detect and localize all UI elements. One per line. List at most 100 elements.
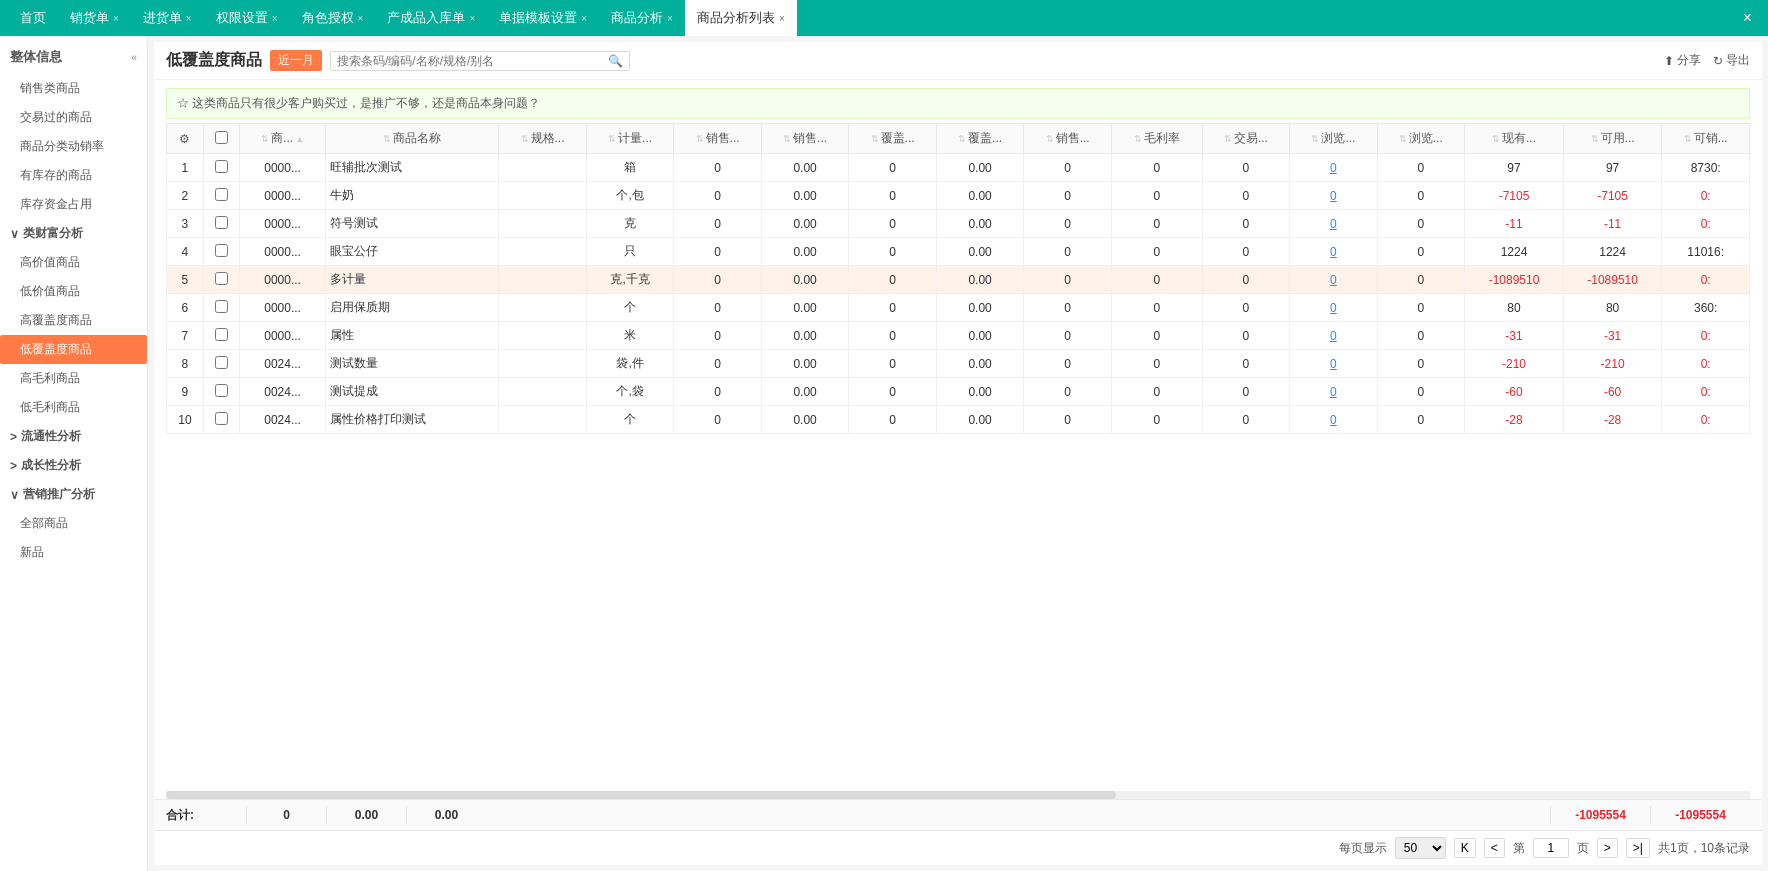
col-unit[interactable]: ⇅计量...: [586, 124, 674, 154]
col-current[interactable]: ⇅现有...: [1465, 124, 1564, 154]
row-checkbox[interactable]: [215, 328, 228, 341]
row-checkbox[interactable]: [215, 300, 228, 313]
browse-link[interactable]: 0: [1330, 329, 1337, 343]
sidebar-header[interactable]: 整体信息 «: [0, 40, 147, 74]
col-gross-rate[interactable]: ⇅毛利率: [1111, 124, 1202, 154]
sidebar-item-inventory-capital[interactable]: 库存资金占用: [0, 190, 147, 219]
browse-link[interactable]: 0: [1330, 217, 1337, 231]
col-cover2[interactable]: ⇅覆盖...: [936, 124, 1024, 154]
scrollbar-thumb[interactable]: [166, 791, 1116, 799]
nav-home[interactable]: 首页: [8, 0, 58, 36]
sidebar-item-traded-goods[interactable]: 交易过的商品: [0, 103, 147, 132]
nav-product-analysis-close[interactable]: ×: [667, 13, 673, 24]
search-input[interactable]: [337, 54, 604, 68]
cell-browse1[interactable]: 0: [1290, 322, 1378, 350]
sidebar-item-low-coverage[interactable]: 低覆盖度商品: [0, 335, 147, 364]
row-checkbox[interactable]: [215, 188, 228, 201]
per-page-select[interactable]: 50 10 20 100: [1395, 837, 1446, 859]
col-available[interactable]: ⇅可用...: [1563, 124, 1662, 154]
sidebar-collapse-btn[interactable]: «: [131, 51, 137, 63]
nav-template[interactable]: 单据模板设置 ×: [487, 0, 599, 36]
browse-link[interactable]: 0: [1330, 301, 1337, 315]
last-page-button[interactable]: >|: [1626, 838, 1650, 858]
col-sales3[interactable]: ⇅销售...: [1024, 124, 1112, 154]
cell-checkbox: [203, 238, 239, 266]
nav-purchase-close[interactable]: ×: [186, 13, 192, 24]
sidebar-item-high-coverage[interactable]: 高覆盖度商品: [0, 306, 147, 335]
horizontal-scrollbar[interactable]: [166, 791, 1750, 799]
first-page-button[interactable]: K: [1454, 838, 1476, 858]
sidebar-item-high-gross[interactable]: 高毛利商品: [0, 364, 147, 393]
cell-browse1[interactable]: 0: [1290, 406, 1378, 434]
col-code[interactable]: ⇅商...▲: [240, 124, 326, 154]
page-number-input[interactable]: [1533, 838, 1569, 858]
nav-role-close[interactable]: ×: [358, 13, 364, 24]
col-cover1[interactable]: ⇅覆盖...: [849, 124, 937, 154]
nav-product-analysis[interactable]: 商品分析 ×: [599, 0, 685, 36]
browse-link[interactable]: 0: [1330, 357, 1337, 371]
sidebar-item-high-value[interactable]: 高价值商品: [0, 248, 147, 277]
col-settings[interactable]: ⚙: [167, 124, 204, 154]
next-page-button[interactable]: >: [1597, 838, 1618, 858]
nav-template-close[interactable]: ×: [581, 13, 587, 24]
col-sales-amt[interactable]: ⇅销售...: [761, 124, 849, 154]
row-checkbox[interactable]: [215, 160, 228, 173]
global-close-button[interactable]: ×: [1735, 9, 1760, 27]
cell-browse1[interactable]: 0: [1290, 210, 1378, 238]
cell-browse1[interactable]: 0: [1290, 154, 1378, 182]
nav-permission-close[interactable]: ×: [272, 13, 278, 24]
sidebar-item-category-rate[interactable]: 商品分类动销率: [0, 132, 147, 161]
prev-page-button[interactable]: <: [1484, 838, 1505, 858]
sidebar-section-growth[interactable]: > 成长性分析: [0, 451, 147, 480]
row-checkbox[interactable]: [215, 412, 228, 425]
browse-link[interactable]: 0: [1330, 189, 1337, 203]
sidebar-item-inventory-goods[interactable]: 有库存的商品: [0, 161, 147, 190]
col-browse2[interactable]: ⇅浏览...: [1377, 124, 1465, 154]
sidebar-item-new-goods[interactable]: 新品: [0, 538, 147, 567]
sidebar-section-wealth[interactable]: ∨ 类财富分析: [0, 219, 147, 248]
col-spec[interactable]: ⇅规格...: [499, 124, 587, 154]
nav-sales[interactable]: 销货单 ×: [58, 0, 131, 36]
sidebar-item-all-goods[interactable]: 全部商品: [0, 509, 147, 538]
browse-link[interactable]: 0: [1330, 273, 1337, 287]
period-button[interactable]: 近一月: [270, 50, 322, 71]
browse-link[interactable]: 0: [1330, 385, 1337, 399]
browse-link[interactable]: 0: [1330, 161, 1337, 175]
nav-product-analysis-list-close[interactable]: ×: [779, 13, 785, 24]
row-checkbox[interactable]: [215, 272, 228, 285]
row-checkbox[interactable]: [215, 356, 228, 369]
sidebar-item-low-value[interactable]: 低价值商品: [0, 277, 147, 306]
row-checkbox[interactable]: [215, 244, 228, 257]
cell-browse1[interactable]: 0: [1290, 378, 1378, 406]
select-all-checkbox[interactable]: [215, 131, 228, 144]
cell-browse1[interactable]: 0: [1290, 182, 1378, 210]
row-checkbox[interactable]: [215, 216, 228, 229]
cell-browse1[interactable]: 0: [1290, 238, 1378, 266]
browse-link[interactable]: 0: [1330, 245, 1337, 259]
sidebar-item-sales-goods[interactable]: 销售类商品: [0, 74, 147, 103]
col-sellable[interactable]: ⇅可销...: [1662, 124, 1750, 154]
nav-product-analysis-list[interactable]: 商品分析列表 ×: [685, 0, 797, 36]
cell-browse1[interactable]: 0: [1290, 350, 1378, 378]
share-button[interactable]: ⬆ 分享: [1664, 52, 1701, 69]
sidebar-section-marketing[interactable]: ∨ 营销推广分析: [0, 480, 147, 509]
export-button[interactable]: ↻ 导出: [1713, 52, 1750, 69]
col-sales-qty[interactable]: ⇅销售...: [674, 124, 762, 154]
col-browse1[interactable]: ⇅浏览...: [1290, 124, 1378, 154]
col-trade[interactable]: ⇅交易...: [1202, 124, 1290, 154]
sidebar-section-liquidity[interactable]: > 流通性分析: [0, 422, 147, 451]
sidebar-item-low-gross[interactable]: 低毛利商品: [0, 393, 147, 422]
cell-browse1[interactable]: 0: [1290, 294, 1378, 322]
nav-sales-close[interactable]: ×: [113, 13, 119, 24]
browse-link[interactable]: 0: [1330, 413, 1337, 427]
cell-browse1[interactable]: 0: [1290, 266, 1378, 294]
nav-product-warehouse[interactable]: 产成品入库单 ×: [375, 0, 487, 36]
nav-product-warehouse-close[interactable]: ×: [469, 13, 475, 24]
nav-sales-label: 销货单: [70, 9, 109, 27]
nav-purchase[interactable]: 进货单 ×: [131, 0, 204, 36]
nav-role[interactable]: 角色授权 ×: [290, 0, 376, 36]
cell-spec: [499, 238, 587, 266]
nav-permission[interactable]: 权限设置 ×: [204, 0, 290, 36]
col-name[interactable]: ⇅商品名称: [325, 124, 498, 154]
row-checkbox[interactable]: [215, 384, 228, 397]
